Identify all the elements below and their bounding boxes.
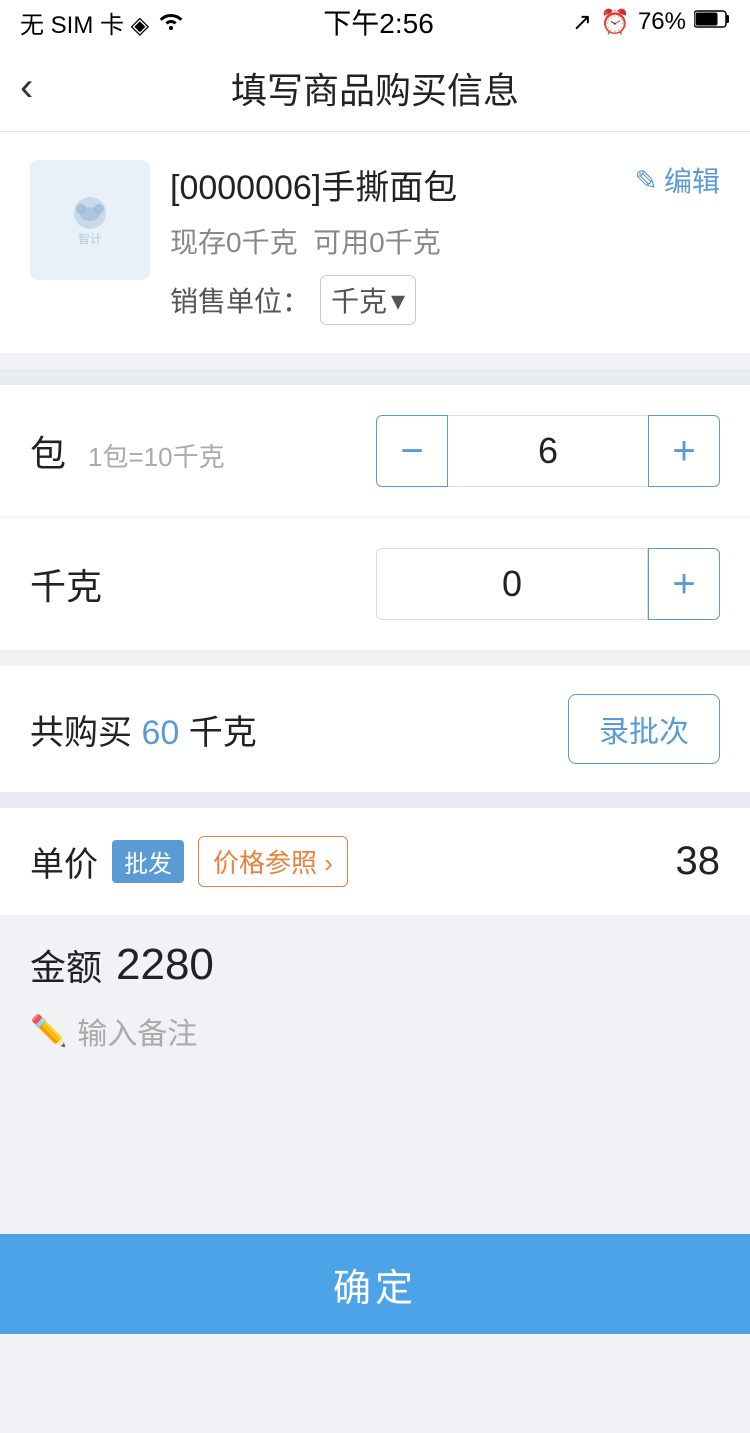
pencil-icon: ✏️ <box>30 1014 67 1049</box>
amount-value: 2280 <box>116 940 214 990</box>
price-ref-button[interactable]: 价格参照 › <box>198 836 348 887</box>
status-time: 下午2:56 <box>323 2 434 42</box>
price-value: 38 <box>676 839 721 884</box>
edit-button[interactable]: ✎编辑 <box>635 160 720 200</box>
status-bar: 无 SIM 卡 ◈ 下午2:56 ↗ ⏰ 76% <box>0 0 750 44</box>
pack-decrement-button[interactable]: − <box>376 415 448 487</box>
remark-row[interactable]: ✏️ 输入备注 <box>30 1009 720 1053</box>
total-label: 共购买 60 千克 <box>30 705 257 754</box>
wifi-icon <box>157 8 185 37</box>
pack-input[interactable] <box>448 415 648 487</box>
battery-icon <box>694 8 730 36</box>
amount-section: 金额 2280 ✏️ 输入备注 <box>0 915 750 1073</box>
price-label: 单价 <box>30 837 98 886</box>
input-section: 包 1包=10千克 − + 千克 + <box>0 385 750 650</box>
separator-2 <box>0 792 750 808</box>
pack-row: 包 1包=10千克 − + <box>0 385 750 518</box>
location-icon: ↗ <box>572 8 592 37</box>
kg-increment-button[interactable]: + <box>648 548 720 620</box>
pack-increment-button[interactable]: + <box>648 415 720 487</box>
kg-stepper: + <box>376 548 720 620</box>
alarm-icon: ⏰ <box>600 8 630 37</box>
remark-placeholder: 输入备注 <box>77 1009 197 1053</box>
status-left: 无 SIM 卡 ◈ <box>20 5 185 40</box>
pack-stepper: − + <box>376 415 720 487</box>
product-card: 智计 [0000006]手撕面包 现存0千克 可用0千克 销售单位： 千克 ▾ … <box>0 132 750 353</box>
page-title: 填写商品购买信息 <box>231 62 519 114</box>
sim-status: 无 SIM 卡 ◈ <box>20 5 149 40</box>
confirm-label: 确定 <box>333 1257 417 1312</box>
pack-label: 包 1包=10千克 <box>30 425 376 477</box>
amount-label: 金额 <box>30 939 102 991</box>
product-unit: 销售单位： 千克 ▾ <box>170 275 720 325</box>
product-stock: 现存0千克 可用0千克 <box>170 221 720 261</box>
back-button[interactable]: ‹ <box>20 65 33 110</box>
total-row: 共购买 60 千克 录批次 <box>0 666 750 792</box>
amount-row: 金额 2280 <box>30 939 720 991</box>
battery-level: 76% <box>638 8 686 36</box>
price-section: 单价 批发 价格参照 › 38 <box>0 808 750 915</box>
kg-label: 千克 <box>30 558 376 610</box>
nav-bar: ‹ 填写商品购买信息 <box>0 44 750 132</box>
status-right: ↗ ⏰ 76% <box>572 8 730 37</box>
pack-hint: 1包=10千克 <box>88 442 225 472</box>
confirm-bar[interactable]: 确定 <box>0 1234 750 1334</box>
kg-row: 千克 + <box>0 518 750 650</box>
unit-select[interactable]: 千克 ▾ <box>320 275 416 325</box>
separator-1 <box>0 369 750 385</box>
price-left: 单价 批发 价格参照 › <box>30 836 348 887</box>
svg-text:智计: 智计 <box>78 231 102 246</box>
price-tag: 批发 <box>112 840 184 883</box>
product-image: 智计 <box>30 160 150 280</box>
batch-button[interactable]: 录批次 <box>568 694 720 764</box>
kg-input[interactable] <box>376 548 648 620</box>
